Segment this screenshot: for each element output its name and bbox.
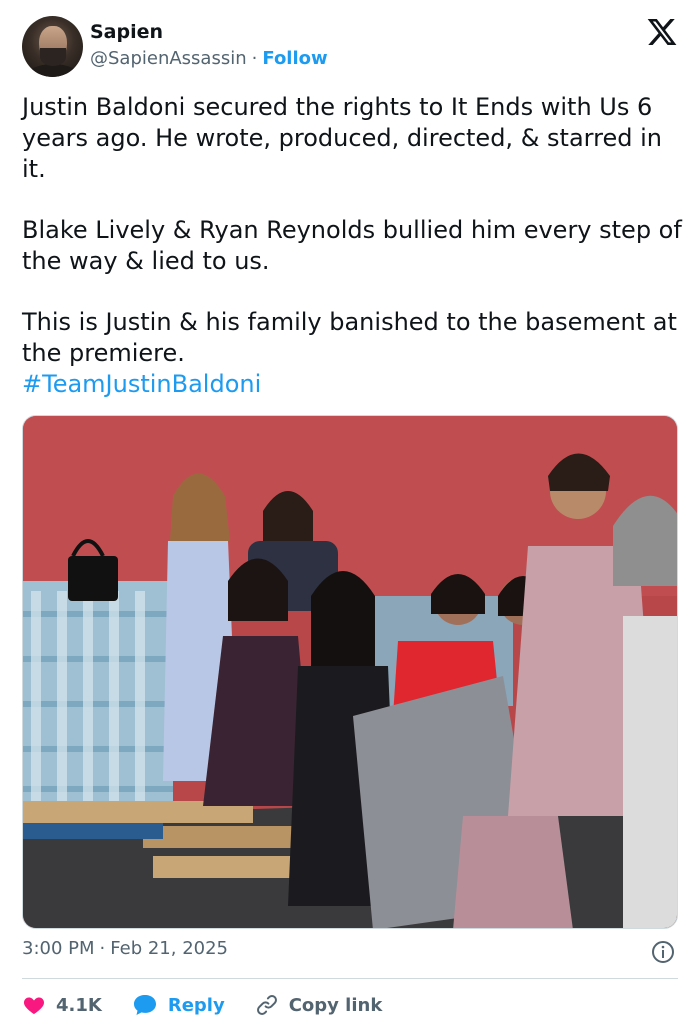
follow-button[interactable]: Follow [262,48,327,69]
tweet-paragraph: This is Justin & his family banished to … [22,307,682,400]
copy-link-button[interactable]: Copy link [255,993,383,1017]
tweet-date: Feb 21, 2025 [110,938,229,959]
tweet-paragraph-text: This is Justin & his family banished to … [22,308,677,367]
tweet-timestamp[interactable]: 3:00 PM · Feb 21, 2025 [22,938,228,959]
reply-label: Reply [167,994,225,1016]
action-bar: 4.1K Reply Copy link [22,990,382,1020]
link-icon [256,995,277,1015]
separator: · [99,938,106,959]
author-handle[interactable]: @SapienAssassin [90,48,247,69]
tweet-time: 3:00 PM [22,938,95,959]
tweet-paragraph: Justin Baldoni secured the rights to It … [22,93,662,183]
divider [22,978,678,979]
author-handle-row: @SapienAssassin · Follow [90,48,328,69]
like-count: 4.1K [56,994,102,1016]
info-icon[interactable] [651,940,675,964]
hashtag-link[interactable]: #TeamJustinBaldoni [22,369,682,400]
copy-link-label: Copy link [288,994,383,1016]
photo-illustration [23,416,677,928]
avatar[interactable] [22,16,83,77]
author-display-name[interactable]: Sapien [90,21,163,43]
separator: · [251,48,258,69]
reply-button[interactable]: Reply [132,993,225,1017]
heart-icon [23,997,45,1014]
tweet-text: Justin Baldoni secured the rights to It … [22,92,682,400]
tweet-card: Sapien @SapienAssassin · Follow Justin Bal… [0,0,700,1031]
tweet-paragraph: Blake Lively & Ryan Reynolds bullied him… [22,216,682,275]
speech-bubble-icon [133,995,156,1015]
like-button[interactable]: 4.1K [22,993,102,1017]
x-logo-icon[interactable] [646,16,678,48]
tweet-photo[interactable] [22,415,678,929]
